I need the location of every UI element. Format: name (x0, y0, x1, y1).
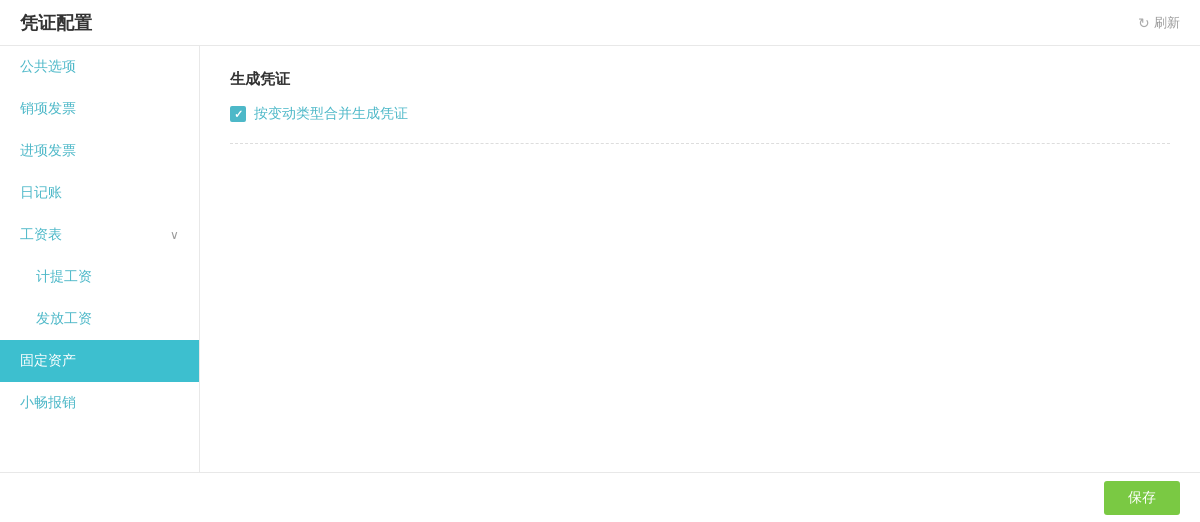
sidebar-item-label: 日记账 (20, 184, 62, 202)
checkbox-label: 按变动类型合并生成凭证 (254, 105, 408, 123)
sidebar-item-journal[interactable]: 日记账 (0, 172, 199, 214)
sidebar-item-label: 公共选项 (20, 58, 76, 76)
main-content: 生成凭证 按变动类型合并生成凭证 (200, 46, 1200, 472)
merge-type-checkbox[interactable] (230, 106, 246, 122)
sidebar-item-sales-invoice[interactable]: 销项发票 (0, 88, 199, 130)
sidebar-item-purchase-invoice[interactable]: 进项发票 (0, 130, 199, 172)
save-button[interactable]: 保存 (1104, 481, 1180, 515)
sidebar-item-label: 计提工资 (36, 268, 92, 286)
page-header: 凭证配置 ↻ 刷新 (0, 0, 1200, 46)
sidebar-item-label: 进项发票 (20, 142, 76, 160)
sidebar-item-label: 工资表 (20, 226, 62, 244)
sidebar-item-label: 销项发票 (20, 100, 76, 118)
body-layout: 公共选项销项发票进项发票日记账工资表 ∨ 计提工资发放工资固定资产小畅报销 生成凭证… (0, 46, 1200, 472)
refresh-label: 刷新 (1154, 14, 1180, 32)
sidebar-item-payroll-table[interactable]: 工资表 ∨ (0, 214, 199, 256)
page-wrapper: 凭证配置 ↻ 刷新 公共选项销项发票进项发票日记账工资表 ∨ 计提工资发放工资固定资… (0, 0, 1200, 522)
refresh-button[interactable]: ↻ 刷新 (1138, 14, 1180, 32)
sidebar: 公共选项销项发票进项发票日记账工资表 ∨ 计提工资发放工资固定资产小畅报销 (0, 46, 200, 472)
sidebar-item-label: 固定资产 (20, 352, 76, 370)
refresh-icon: ↻ (1138, 15, 1150, 31)
sidebar-item-public-options[interactable]: 公共选项 (0, 46, 199, 88)
sidebar-item-label: 小畅报销 (20, 394, 76, 412)
section-title: 生成凭证 (230, 70, 1170, 89)
checkbox-row: 按变动类型合并生成凭证 (230, 105, 1170, 123)
sidebar-item-petty-expense[interactable]: 小畅报销 (0, 382, 199, 424)
page-title: 凭证配置 (20, 11, 92, 35)
page-footer: 保存 (0, 472, 1200, 522)
sidebar-item-label: 发放工资 (36, 310, 92, 328)
sidebar-item-accrued-payroll[interactable]: 计提工资 (0, 256, 199, 298)
sidebar-item-pay-payroll[interactable]: 发放工资 (0, 298, 199, 340)
chevron-down-icon: ∨ (170, 228, 179, 242)
section-divider (230, 143, 1170, 144)
sidebar-item-fixed-assets[interactable]: 固定资产 (0, 340, 199, 382)
